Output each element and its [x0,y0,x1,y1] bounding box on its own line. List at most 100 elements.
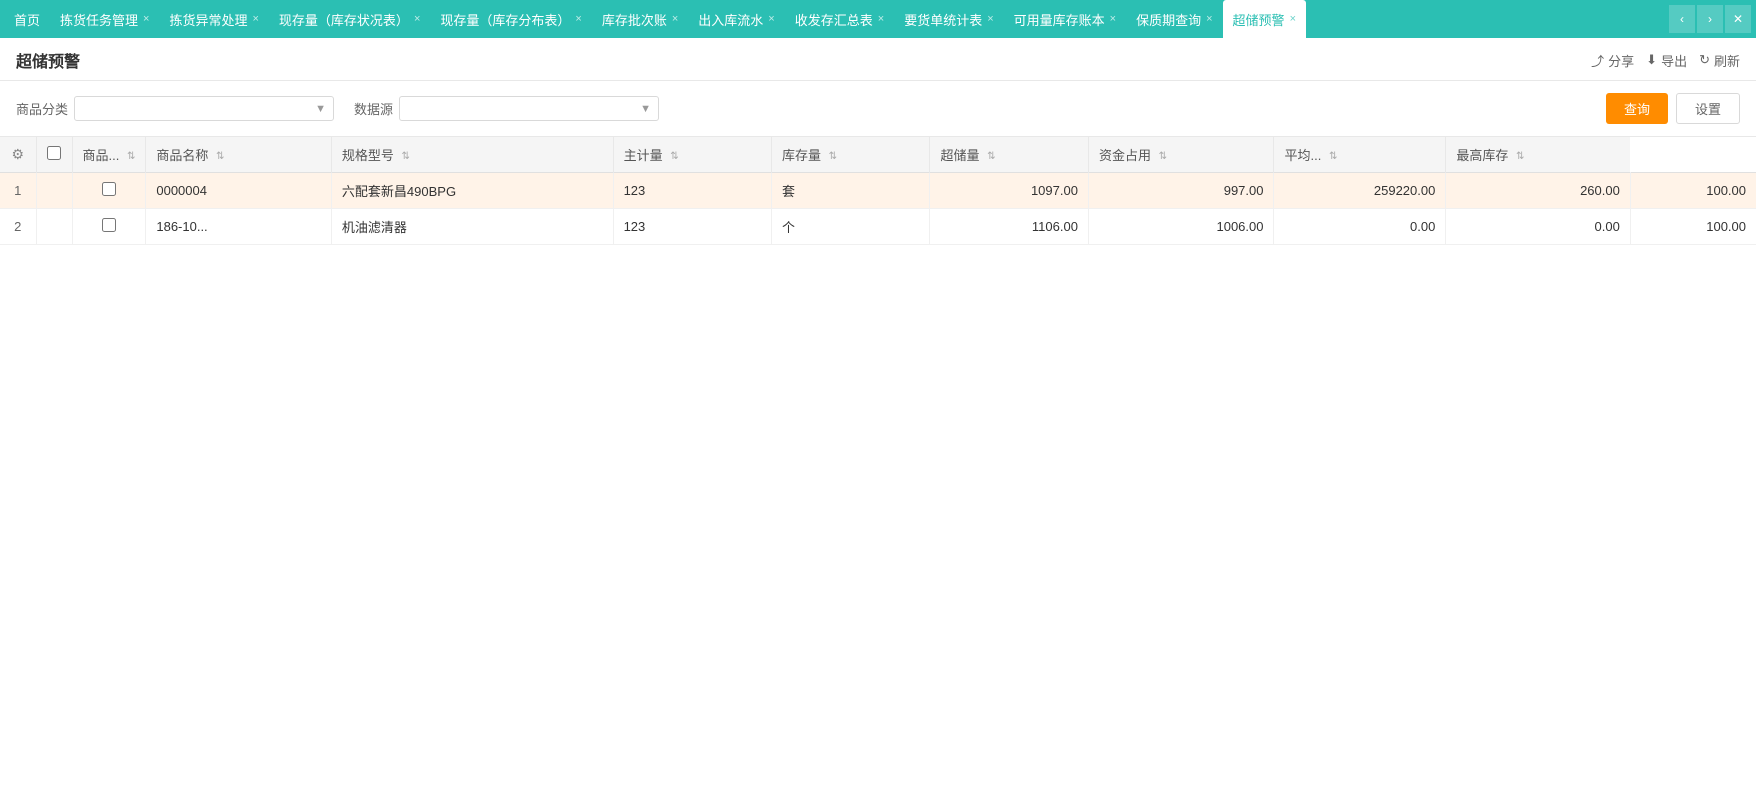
nav-item-close-icon[interactable]: × [252,13,258,25]
nav-item-label: 现存量（库存分布表） [440,10,570,29]
col-over-qty[interactable]: 超储量 ⇅ [930,137,1088,173]
nav-item-label: 保质期查询 [1136,10,1201,29]
nav-item--------[interactable]: 可用量库存账本 × [1004,0,1126,38]
nav-prev-button[interactable]: ‹ [1669,5,1695,33]
table-settings-icon[interactable]: ⚙ [11,146,24,162]
filter-buttons: 查询 设置 [1606,93,1740,124]
row-product-name: 六配套新昌490BPG [331,173,613,209]
nav-item------[interactable]: 保质期查询 × [1126,0,1222,38]
nav-item-------[interactable]: 拣货异常处理 × [159,0,268,38]
nav-item-label: 可用量库存账本 [1014,10,1105,29]
row-max-stock: 100.00 [1630,173,1756,209]
nav-close-button[interactable]: ✕ [1725,5,1751,33]
select-all-col [36,137,72,173]
row-checkbox-cell [72,209,146,245]
nav-item-close-icon[interactable]: × [143,13,149,25]
nav-item-close-icon[interactable]: × [768,13,774,25]
data-source-filter: 数据源 可用量 ▼ [354,96,659,121]
nav-item-label: 收发存汇总表 [795,10,873,29]
product-category-filter: 商品分类 ▼ [16,96,334,121]
main-content: 超储预警 ⤴ 分享 ⬇ 导出 ↻ 刷新 商品分类 ▼ 数据源 [0,38,1756,800]
sort-icon-max-stock: ⇅ [1516,151,1524,162]
nav-item-label: 拣货任务管理 [60,10,138,29]
row-avg-price: 0.00 [1446,209,1631,245]
share-button[interactable]: ⤴ 分享 [1591,51,1634,70]
settings-button[interactable]: 设置 [1676,93,1740,124]
query-button[interactable]: 查询 [1606,93,1668,124]
nav-item-close-icon[interactable]: × [1206,13,1212,25]
row-checkbox-cell [72,173,146,209]
refresh-button[interactable]: ↻ 刷新 [1699,51,1740,70]
data-table: ⚙ 商品... ⇅ 商品名称 ⇅ 规格型号 ⇅ [0,137,1756,245]
row-gear-cell [36,173,72,209]
row-checkbox[interactable] [102,218,116,232]
row-capital-used: 259220.00 [1274,173,1446,209]
nav-item---[interactable]: 首页 [4,0,50,38]
product-category-select-wrapper: ▼ [74,96,334,121]
refresh-icon: ↻ [1699,52,1710,68]
nav-item-label: 拣货异常处理 [169,10,247,29]
table-row: 2 186-10... 机油滤清器 123 个 1106.00 1006.00 … [0,209,1756,245]
nav-item-label: 出入库流水 [698,10,763,29]
row-spec: 123 [613,173,771,209]
sort-icon-avg-price: ⇅ [1329,151,1337,162]
nav-item------[interactable]: 库存批次账 × [592,0,688,38]
col-max-stock[interactable]: 最高库存 ⇅ [1446,137,1631,173]
nav-item-close-icon[interactable]: × [575,13,581,25]
col-avg-price[interactable]: 平均... ⇅ [1274,137,1446,173]
nav-item-close-icon[interactable]: × [1110,13,1116,25]
nav-item-label: 首页 [14,10,40,29]
nav-item------[interactable]: 出入库流水 × [688,0,784,38]
row-gear-cell [36,209,72,245]
top-nav: 首页拣货任务管理×拣货异常处理×现存量（库存状况表）×现存量（库存分布表）×库存… [0,0,1756,38]
nav-item-close-icon[interactable]: × [1290,13,1296,25]
nav-item-label: 要货单统计表 [904,10,982,29]
row-unit: 个 [772,209,930,245]
settings-gear-col: ⚙ [0,137,36,173]
row-unit: 套 [772,173,930,209]
nav-item-label: 库存批次账 [602,10,667,29]
export-button[interactable]: ⬇ 导出 [1646,51,1687,70]
row-over-qty: 1006.00 [1088,209,1274,245]
nav-item-----------[interactable]: 现存量（库存状况表）× [269,0,430,38]
nav-item-------[interactable]: 要货单统计表 × [894,0,1003,38]
col-capital-used[interactable]: 资金占用 ⇅ [1088,137,1274,173]
row-number: 2 [0,209,36,245]
table-container: ⚙ 商品... ⇅ 商品名称 ⇅ 规格型号 ⇅ [0,137,1756,245]
sort-icon-stock-qty: ⇅ [829,151,837,162]
nav-item-close-icon[interactable]: × [878,13,884,25]
nav-item-close-icon[interactable]: × [672,13,678,25]
share-icon: ⤴ [1591,51,1604,70]
col-spec[interactable]: 规格型号 ⇅ [331,137,613,173]
row-avg-price: 260.00 [1446,173,1631,209]
row-stock-qty: 1106.00 [930,209,1088,245]
nav-next-button[interactable]: › [1697,5,1723,33]
row-number: 1 [0,173,36,209]
select-all-checkbox[interactable] [47,146,61,160]
data-source-input[interactable]: 可用量 [399,96,659,121]
sort-icon-capital-used: ⇅ [1159,151,1167,162]
sort-icon-over-qty: ⇅ [987,151,995,162]
product-category-input[interactable] [74,96,334,121]
page-title: 超储预警 [16,48,80,72]
col-product-code[interactable]: 商品... ⇅ [72,137,146,173]
nav-item-------[interactable]: 收发存汇总表 × [785,0,894,38]
row-checkbox[interactable] [102,182,116,196]
row-product-name: 机油滤清器 [331,209,613,245]
col-unit[interactable]: 主计量 ⇅ [613,137,771,173]
col-stock-qty[interactable]: 库存量 ⇅ [772,137,930,173]
nav-item-close-icon[interactable]: × [987,13,993,25]
table-header-row: ⚙ 商品... ⇅ 商品名称 ⇅ 规格型号 ⇅ [0,137,1756,173]
row-stock-qty: 1097.00 [930,173,1088,209]
filter-area: 商品分类 ▼ 数据源 可用量 ▼ 查询 设置 [0,81,1756,137]
nav-item-label: 超储预警 [1233,10,1285,29]
nav-item-----------[interactable]: 现存量（库存分布表） × [430,0,591,38]
row-product-code: 0000004 [146,173,332,209]
product-category-label: 商品分类 [16,99,68,118]
col-product-name[interactable]: 商品名称 ⇅ [146,137,332,173]
nav-item-----[interactable]: 超储预警 × [1223,0,1306,38]
nav-item-------[interactable]: 拣货任务管理 × [50,0,159,38]
nav-arrows: ‹ › ✕ [1668,5,1752,33]
table-body: 1 0000004 六配套新昌490BPG 123 套 1097.00 997.… [0,173,1756,245]
nav-item-close-icon[interactable]: × [414,13,420,25]
